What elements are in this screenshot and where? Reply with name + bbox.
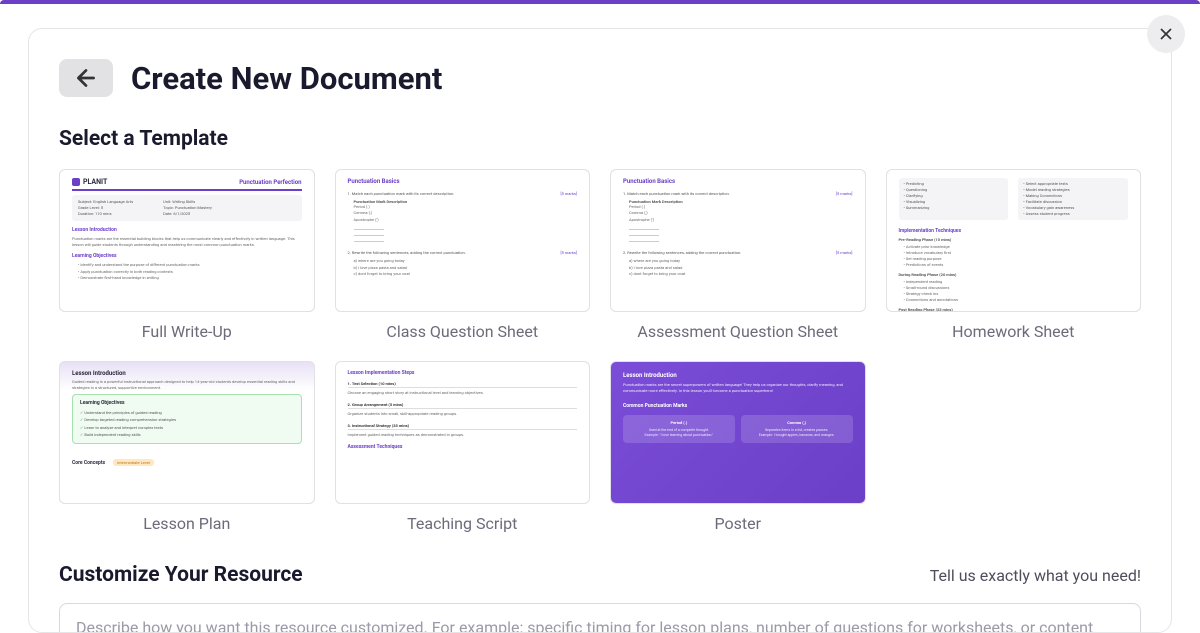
close-icon: [1156, 24, 1176, 44]
page-title: Create New Document: [131, 60, 442, 97]
template-teaching-script[interactable]: Lesson Implementation Steps 1. Text Sele…: [335, 361, 591, 533]
template-preview: Lesson Implementation Steps 1. Text Sele…: [335, 361, 591, 504]
template-full-writeup[interactable]: PLANIT Punctuation Perfection Subject: E…: [59, 169, 315, 341]
template-preview: PLANIT Punctuation Perfection Subject: E…: [59, 169, 315, 312]
templates-grid-row1: PLANIT Punctuation Perfection Subject: E…: [59, 169, 1141, 341]
top-accent-border: [0, 0, 1200, 4]
customize-header-row: Customize Your Resource Tell us exactly …: [59, 563, 1141, 587]
customize-textarea[interactable]: [59, 603, 1141, 633]
section-title-customize: Customize Your Resource: [59, 563, 303, 587]
template-preview: Punctuation Basics 1. Match each punctua…: [335, 169, 591, 312]
template-label: Poster: [610, 514, 866, 533]
close-button[interactable]: [1147, 15, 1185, 53]
back-button[interactable]: [59, 59, 113, 97]
template-label: Lesson Plan: [59, 514, 315, 533]
template-preview: Punctuation Basics 1. Match each punctua…: [610, 169, 866, 312]
template-class-question-sheet[interactable]: Punctuation Basics 1. Match each punctua…: [335, 169, 591, 341]
template-preview: Lesson Introduction Punctuation marks ar…: [610, 361, 866, 504]
template-homework-sheet[interactable]: • Predicting • Questioning • Clarifying …: [886, 169, 1142, 341]
header-row: Create New Document: [59, 59, 1141, 97]
customize-hint: Tell us exactly what you need!: [930, 566, 1141, 585]
arrow-left-icon: [73, 65, 99, 91]
template-lesson-plan[interactable]: Lesson Introduction Guided reading is a …: [59, 361, 315, 533]
template-label: Teaching Script: [335, 514, 591, 533]
template-poster[interactable]: Lesson Introduction Punctuation marks ar…: [610, 361, 866, 533]
template-assessment-question-sheet[interactable]: Punctuation Basics 1. Match each punctua…: [610, 169, 866, 341]
section-title-templates: Select a Template: [59, 127, 1141, 151]
template-label: Class Question Sheet: [335, 322, 591, 341]
template-label: Assessment Question Sheet: [610, 322, 866, 341]
template-preview: • Predicting • Questioning • Clarifying …: [886, 169, 1142, 312]
main-panel: Create New Document Select a Template PL…: [28, 28, 1172, 633]
template-label: Homework Sheet: [886, 322, 1142, 341]
template-label: Full Write-Up: [59, 322, 315, 341]
template-preview: Lesson Introduction Guided reading is a …: [59, 361, 315, 504]
templates-grid-row2: Lesson Introduction Guided reading is a …: [59, 361, 1141, 533]
